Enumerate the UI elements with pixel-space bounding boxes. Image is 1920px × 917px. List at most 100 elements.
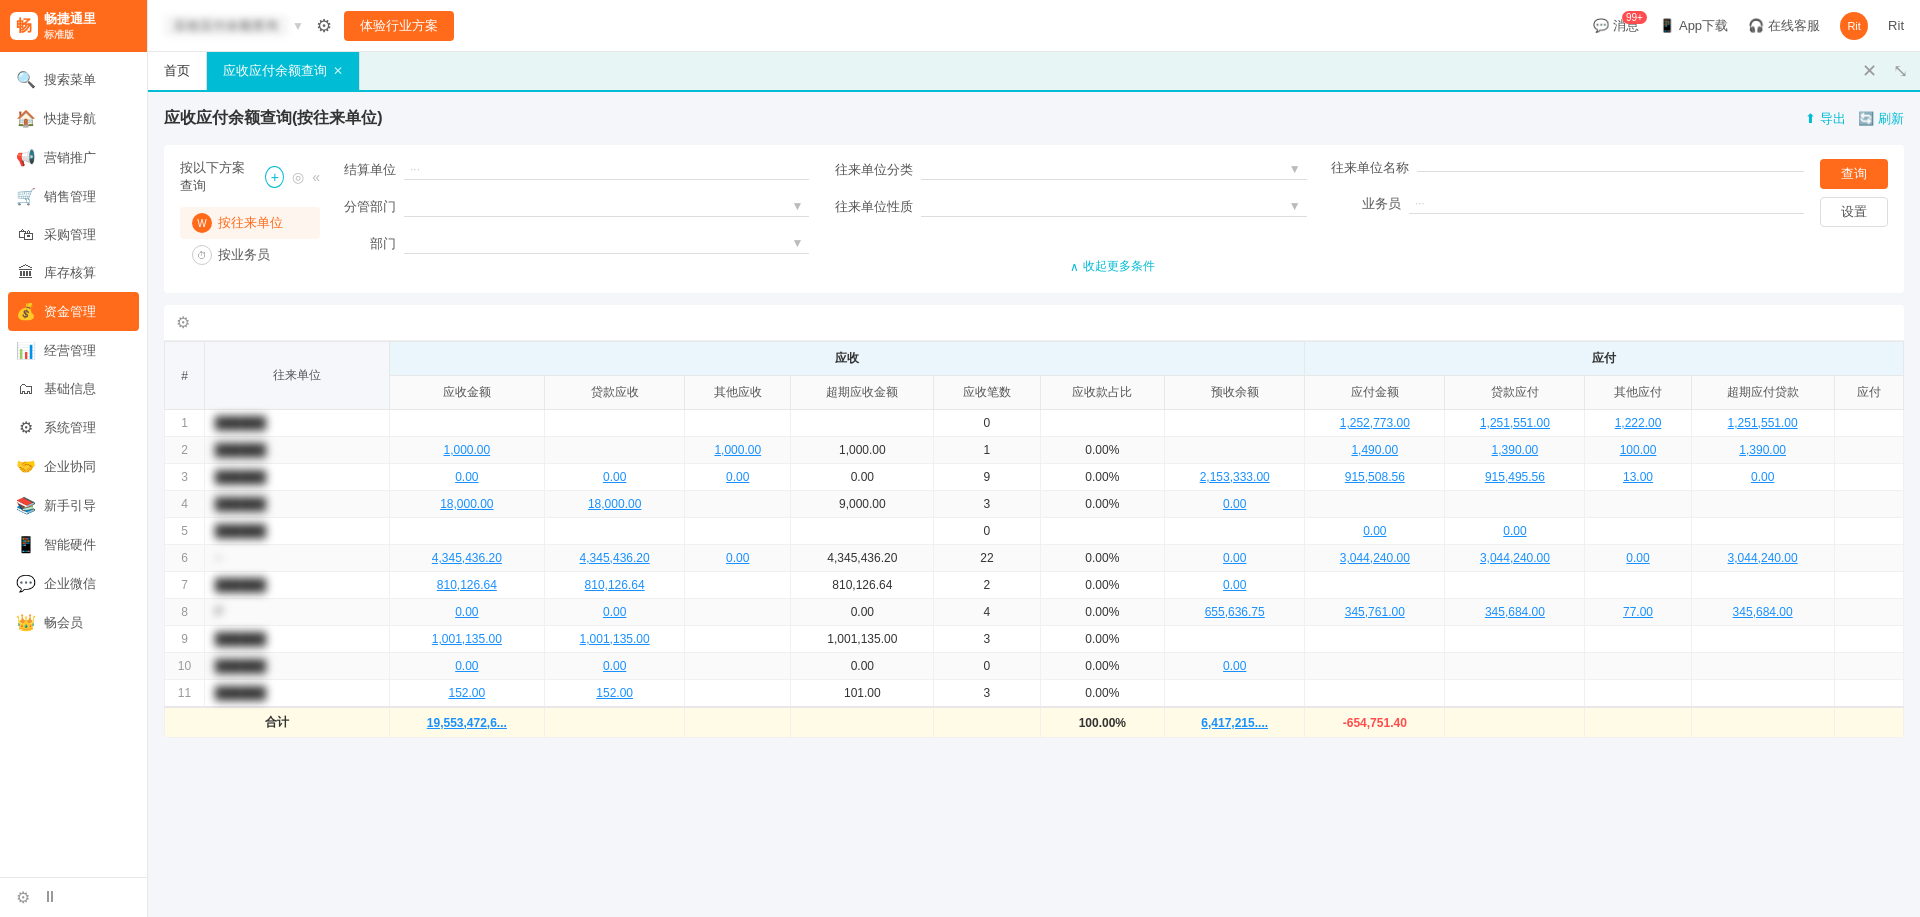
tab-expand-action[interactable]: ⤡ (1893, 60, 1908, 82)
cell-ap-loan[interactable]: 1,390.00 (1445, 437, 1585, 464)
cell-ar-amount[interactable]: 18,000.00 (389, 491, 544, 518)
cell-ar-other[interactable]: 1,000.00 (685, 437, 791, 464)
cell-ap-overdue[interactable]: 345,684.00 (1691, 599, 1834, 626)
sidebar-item-guide[interactable]: 📚 新手引导 (0, 486, 147, 525)
footer-ar-total[interactable]: 19,553,472,6... (389, 707, 544, 738)
cell-ap-overdue[interactable]: 1,390.00 (1691, 437, 1834, 464)
cell-ap-amount[interactable]: 1,490.00 (1305, 437, 1445, 464)
avatar[interactable]: Rit (1840, 12, 1868, 40)
cell-ar-amount[interactable]: 810,126.64 (389, 572, 544, 599)
sidebar-item-search[interactable]: 🔍 搜索菜单 (0, 60, 147, 99)
cell-ap-overdue[interactable]: 0.00 (1691, 464, 1834, 491)
cell-ar-amount[interactable]: 0.00 (389, 653, 544, 680)
cell-ar-loan[interactable]: 1,001,135.00 (545, 626, 685, 653)
cell-ap-overdue (1691, 491, 1834, 518)
filter-template-icon[interactable]: ◎ (292, 169, 304, 185)
cell-ap-amount[interactable]: 345,761.00 (1305, 599, 1445, 626)
cell-ar-loan[interactable]: 0.00 (545, 653, 685, 680)
footer-ar-advance[interactable]: 6,417,215.... (1165, 707, 1305, 738)
cell-ar-advance[interactable]: 0.00 (1165, 545, 1305, 572)
cell-ar-amount[interactable]: 0.00 (389, 464, 544, 491)
sidebar-item-wechat[interactable]: 💬 企业微信 (0, 564, 147, 603)
table-scroll[interactable]: # 往来单位 应收 应付 应收金额 贷款应收 其他应收 超期应收金额 应收笔数 (164, 341, 1904, 738)
sidebar-item-vip[interactable]: 👑 畅会员 (0, 603, 147, 642)
cell-ap-amount[interactable]: 3,044,240.00 (1305, 545, 1445, 572)
settlement-unit-input[interactable]: ··· (404, 159, 809, 180)
refresh-action[interactable]: 🔄 刷新 (1858, 110, 1904, 128)
export-action[interactable]: ⬆ 导出 (1805, 110, 1846, 128)
cell-ap-col5 (1834, 437, 1903, 464)
sub-nav-by-partner[interactable]: W 按往来单位 (180, 207, 320, 239)
cell-ap-other[interactable]: 0.00 (1585, 545, 1691, 572)
cell-ap-amount[interactable]: 915,508.56 (1305, 464, 1445, 491)
sidebar-item-inventory[interactable]: 🏛 库存核算 (0, 254, 147, 292)
collapse-btn[interactable]: ∧ 收起更多条件 (336, 258, 1888, 275)
table-settings-icon[interactable]: ⚙ (176, 313, 190, 332)
cell-ap-amount[interactable]: 0.00 (1305, 518, 1445, 545)
cell-ar-amount[interactable]: 152.00 (389, 680, 544, 708)
cell-ar-loan[interactable]: 18,000.00 (545, 491, 685, 518)
cell-ap-overdue[interactable]: 1,251,551.00 (1691, 410, 1834, 437)
cell-ap-loan[interactable]: 1,251,551.00 (1445, 410, 1585, 437)
sidebar-item-operation[interactable]: 📊 经营管理 (0, 331, 147, 370)
cell-ap-amount[interactable]: 1,252,773.00 (1305, 410, 1445, 437)
cell-ap-other[interactable]: 100.00 (1585, 437, 1691, 464)
sidebar-item-system[interactable]: ⚙ 系统管理 (0, 408, 147, 447)
filter-collapse-icon[interactable]: « (312, 169, 320, 185)
cell-ar-advance[interactable]: 655,636.75 (1165, 599, 1305, 626)
settings-button[interactable]: 设置 (1820, 197, 1888, 227)
tab-close-icon[interactable]: ✕ (333, 64, 343, 78)
cell-ar-loan[interactable]: 0.00 (545, 464, 685, 491)
cell-ar-amount[interactable]: 1,001,135.00 (389, 626, 544, 653)
topbar-gear-icon[interactable]: ⚙ (316, 15, 332, 37)
cell-ar-amount[interactable]: 0.00 (389, 599, 544, 626)
cell-ap-other[interactable]: 77.00 (1585, 599, 1691, 626)
cell-ar-other[interactable]: 0.00 (685, 464, 791, 491)
filter-add-btn[interactable]: + (265, 166, 284, 188)
partner-cat-input[interactable]: ▼ (921, 159, 1306, 180)
sub-nav-by-salesperson[interactable]: ⏱ 按业务员 (180, 239, 320, 271)
sidebar-item-marketing[interactable]: 📢 营销推广 (0, 138, 147, 177)
cell-ar-loan[interactable]: 0.00 (545, 599, 685, 626)
online-service-item[interactable]: 🎧 在线客服 (1748, 17, 1820, 35)
cell-ap-loan[interactable]: 915,495.56 (1445, 464, 1585, 491)
salesperson-input[interactable]: ··· (1409, 193, 1804, 214)
username-label[interactable]: Rit (1888, 18, 1904, 33)
cell-ar-amount[interactable]: 1,000.00 (389, 437, 544, 464)
tab-close-action[interactable]: ✕ (1862, 60, 1877, 82)
cell-ap-other[interactable]: 13.00 (1585, 464, 1691, 491)
cell-ar-advance[interactable]: 0.00 (1165, 653, 1305, 680)
sidebar-item-finance[interactable]: 💰 资金管理 (8, 292, 139, 331)
dept-input[interactable]: ▼ (404, 233, 809, 254)
cell-ar-loan[interactable]: 4,345,436.20 (545, 545, 685, 572)
cell-ar-advance[interactable]: 2,153,333.00 (1165, 464, 1305, 491)
cell-ap-loan[interactable]: 3,044,240.00 (1445, 545, 1585, 572)
app-download-item[interactable]: 📱 App下载 (1659, 17, 1728, 35)
cell-ap-overdue[interactable]: 3,044,240.00 (1691, 545, 1834, 572)
partner-nature-input[interactable]: ▼ (921, 196, 1306, 217)
sidebar-item-purchase[interactable]: 🛍 采购管理 (0, 216, 147, 254)
cell-ar-loan[interactable]: 810,126.64 (545, 572, 685, 599)
promo-button[interactable]: 体验行业方案 (344, 11, 454, 41)
cell-ar-other[interactable]: 0.00 (685, 545, 791, 572)
cell-ar-amount[interactable]: 4,345,436.20 (389, 545, 544, 572)
message-item[interactable]: 💬 消息 99+ (1593, 17, 1639, 35)
cell-ar-advance[interactable]: 0.00 (1165, 572, 1305, 599)
dept-manage-input[interactable]: ▼ (404, 196, 809, 217)
cell-ap-loan[interactable]: 0.00 (1445, 518, 1585, 545)
query-button[interactable]: 查询 (1820, 159, 1888, 189)
cell-ar-loan[interactable]: 152.00 (545, 680, 685, 708)
tab-arba[interactable]: 应收应付余额查询 ✕ (207, 52, 360, 90)
sidebar-item-basic[interactable]: 🗂 基础信息 (0, 370, 147, 408)
tab-home[interactable]: 首页 (148, 52, 207, 90)
cell-ap-loan[interactable]: 345,684.00 (1445, 599, 1585, 626)
cell-ar-advance[interactable]: 0.00 (1165, 491, 1305, 518)
sidebar-item-coop[interactable]: 🤝 企业协同 (0, 447, 147, 486)
partner-name-input[interactable] (1417, 165, 1804, 172)
cell-ap-other[interactable]: 1,222.00 (1585, 410, 1691, 437)
sidebar-settings-btn[interactable]: ⚙ (16, 888, 30, 907)
sidebar-item-quick[interactable]: 🏠 快捷导航 (0, 99, 147, 138)
sidebar-item-hardware[interactable]: 📱 智能硬件 (0, 525, 147, 564)
sidebar-collapse-btn[interactable]: ⏸ (42, 888, 58, 907)
sidebar-item-sales[interactable]: 🛒 销售管理 (0, 177, 147, 216)
